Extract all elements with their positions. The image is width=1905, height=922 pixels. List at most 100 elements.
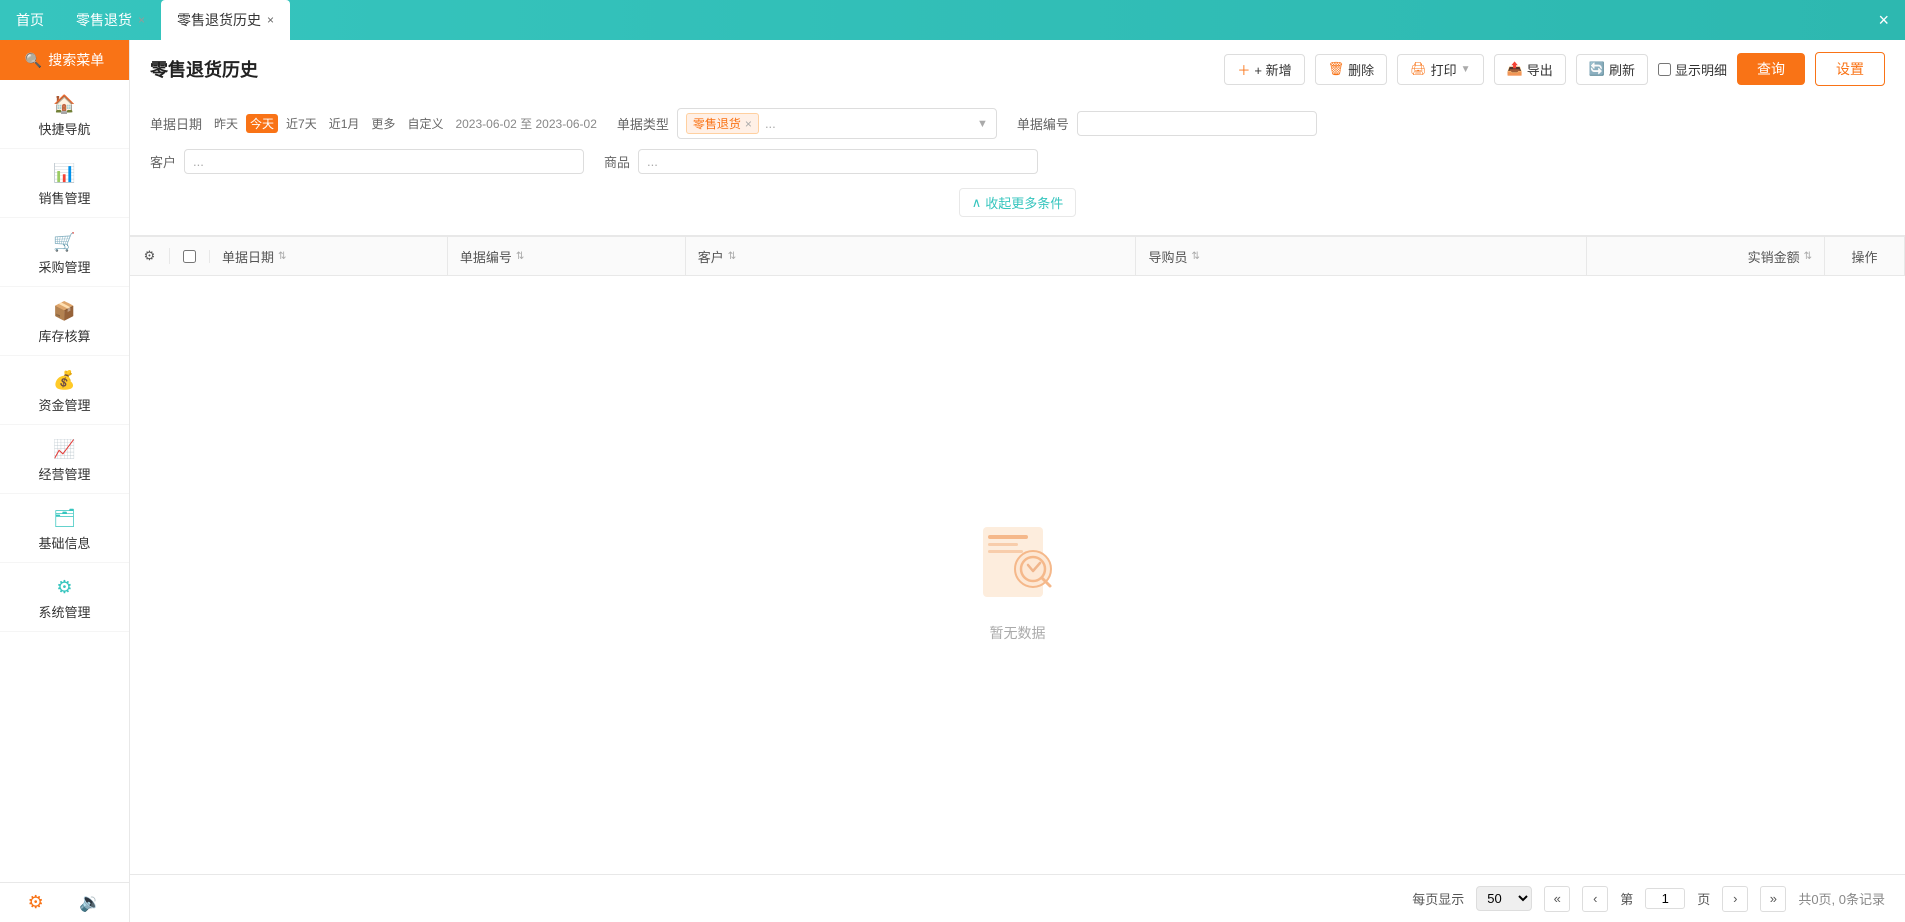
filter-customer-label: 客户 xyxy=(150,152,176,171)
tab-retail-return-history[interactable]: 零售退货历史 × xyxy=(161,0,290,40)
print-label: 打印 xyxy=(1431,60,1457,79)
add-icon: ＋ xyxy=(1237,60,1250,79)
sidebar-item-sales-mgmt[interactable]: 📊 销售管理 xyxy=(0,149,129,218)
select-all-checkbox[interactable] xyxy=(183,250,196,263)
filter-doc-type-tag-close[interactable]: × xyxy=(745,117,752,131)
sidebar-item-purchase-mgmt-label: 采购管理 xyxy=(38,257,90,276)
th-guide[interactable]: 导购员 ⇅ xyxy=(1136,237,1587,275)
sidebar-item-finance[interactable]: 💰 资金管理 xyxy=(0,356,129,425)
collapse-label: 收起更多条件 xyxy=(985,193,1063,212)
sidebar-item-finance-label: 资金管理 xyxy=(38,395,90,414)
filter-doc-no-label: 单据编号 xyxy=(1017,114,1069,133)
delete-button[interactable]: 🗑 删除 xyxy=(1315,54,1388,85)
empty-text: 暂无数据 xyxy=(990,623,1046,643)
tab-retail-return-close[interactable]: × xyxy=(138,13,145,27)
collapse-button[interactable]: ∧ 收起更多条件 xyxy=(959,188,1077,217)
shortcut-today[interactable]: 今天 xyxy=(246,114,278,133)
page-size-select[interactable]: 50 100 200 xyxy=(1476,886,1532,911)
tab-retail-return-history-close[interactable]: × xyxy=(267,13,274,27)
sidebar: 🔍 搜索菜单 🏠 快捷导航 📊 销售管理 🛒 采购管理 📦 库存核算 💰 xyxy=(0,40,130,922)
filter-doc-no: 单据编号 xyxy=(1017,111,1317,136)
page-label: 第 xyxy=(1620,889,1633,908)
filter-date: 单据日期 昨天 今天 近7天 近1月 更多 自定义 2023-06-02 至 2… xyxy=(150,114,597,133)
export-label: 导出 xyxy=(1527,60,1553,79)
sidebar-item-system-mgmt[interactable]: ⚙ 系统管理 xyxy=(0,563,129,632)
page-next-button[interactable]: › xyxy=(1722,886,1748,912)
print-icon: 🖨 xyxy=(1410,61,1427,77)
filter-goods: 商品 ... xyxy=(604,149,1038,174)
filter-area: 单据日期 昨天 今天 近7天 近1月 更多 自定义 2023-06-02 至 2… xyxy=(150,98,1885,235)
setting-button[interactable]: 设置 xyxy=(1815,52,1885,86)
page-prev-button[interactable]: ‹ xyxy=(1582,886,1608,912)
filter-doc-type-label: 单据类型 xyxy=(617,114,669,133)
volume-icon[interactable]: 🔉 xyxy=(79,892,101,913)
th-amount-label: 实销金额 xyxy=(1748,247,1800,266)
sidebar-item-basic-info-label: 基础信息 xyxy=(38,533,90,552)
sidebar-item-sales-mgmt-label: 销售管理 xyxy=(38,188,90,207)
shortcut-more[interactable]: 更多 xyxy=(367,114,399,133)
query-label: 查询 xyxy=(1757,61,1785,77)
th-amount-sort-icon: ⇅ xyxy=(1804,251,1812,262)
print-chevron-icon: ▼ xyxy=(1461,64,1471,75)
page-unit: 页 xyxy=(1697,889,1710,908)
th-doc-date-sort-icon: ⇅ xyxy=(278,251,286,262)
th-doc-no[interactable]: 单据编号 ⇅ xyxy=(448,237,686,275)
tab-bar: 首页 零售退货 × 零售退货历史 × xyxy=(0,0,1862,40)
export-button[interactable]: 📤 导出 xyxy=(1494,54,1566,85)
th-doc-date[interactable]: 单据日期 ⇅ xyxy=(210,237,448,275)
tab-retail-return[interactable]: 零售退货 × xyxy=(60,0,161,40)
filter-row-2: 客户 ... 商品 ... xyxy=(150,149,1885,174)
shortcut-custom[interactable]: 自定义 xyxy=(403,114,447,133)
filter-doc-type-select[interactable]: 零售退货 × ... ▼ xyxy=(677,108,997,139)
refresh-button[interactable]: 🔄 刷新 xyxy=(1576,54,1648,85)
system-icon: ⚙ xyxy=(56,577,72,598)
filter-customer-select[interactable]: ... xyxy=(184,149,584,174)
shortcut-yesterday[interactable]: 昨天 xyxy=(210,114,242,133)
purchase-icon: 🛒 xyxy=(53,232,75,253)
th-doc-date-label: 单据日期 xyxy=(222,247,274,266)
show-detail-input[interactable] xyxy=(1658,63,1671,76)
window-close-button[interactable]: × xyxy=(1862,10,1905,31)
filter-date-label: 单据日期 xyxy=(150,114,202,133)
page-last-button[interactable]: » xyxy=(1760,886,1786,912)
table-area: ⚙ 单据日期 ⇅ 单据编号 ⇅ 客户 ⇅ 导购员 xyxy=(130,236,1905,874)
filter-goods-select[interactable]: ... xyxy=(638,149,1038,174)
refresh-label: 刷新 xyxy=(1609,60,1635,79)
filter-goods-ellipsis: ... xyxy=(647,154,658,169)
sidebar-item-inventory[interactable]: 📦 库存核算 xyxy=(0,287,129,356)
sidebar-item-purchase-mgmt[interactable]: 🛒 采购管理 xyxy=(0,218,129,287)
th-customer[interactable]: 客户 ⇅ xyxy=(686,237,1137,275)
collapse-chevron-icon: ∧ xyxy=(972,195,982,211)
refresh-icon: 🔄 xyxy=(1589,61,1605,77)
sidebar-item-basic-info[interactable]: 🗂 基础信息 xyxy=(0,494,129,563)
sidebar-item-operation[interactable]: 📈 经营管理 xyxy=(0,425,129,494)
th-amount[interactable]: 实销金额 ⇅ xyxy=(1587,237,1825,275)
add-button[interactable]: ＋ + 新增 xyxy=(1224,54,1304,85)
top-bar: 首页 零售退货 × 零售退货历史 × × xyxy=(0,0,1905,40)
sidebar-search[interactable]: 🔍 搜索菜单 xyxy=(0,40,129,80)
shortcut-last1month[interactable]: 近1月 xyxy=(325,114,364,133)
th-guide-label: 导购员 xyxy=(1148,247,1187,266)
page-first-button[interactable]: « xyxy=(1544,886,1570,912)
filter-row-1: 单据日期 昨天 今天 近7天 近1月 更多 自定义 2023-06-02 至 2… xyxy=(150,108,1885,139)
th-settings[interactable]: ⚙ xyxy=(130,248,170,264)
filter-doc-no-input[interactable] xyxy=(1077,111,1317,136)
empty-state: 暂无数据 xyxy=(968,507,1068,643)
th-checkbox[interactable] xyxy=(170,250,210,263)
shortcut-last7[interactable]: 近7天 xyxy=(282,114,321,133)
page-input[interactable] xyxy=(1645,888,1685,909)
filter-doc-type: 单据类型 零售退货 × ... ▼ xyxy=(617,108,997,139)
sidebar-item-quick-nav[interactable]: 🏠 快捷导航 xyxy=(0,80,129,149)
content-header: 零售退货历史 ＋ + 新增 🗑 删除 🖨 打印 ▼ xyxy=(130,40,1905,236)
query-button[interactable]: 查询 xyxy=(1737,53,1805,85)
settings-bottom-icon[interactable]: ⚙ xyxy=(28,892,44,913)
delete-icon: 🗑 xyxy=(1328,61,1345,77)
filter-customer: 客户 ... xyxy=(150,149,584,174)
date-range-value: 2023-06-02 至 2023-06-02 xyxy=(455,115,596,132)
th-doc-no-sort-icon: ⇅ xyxy=(516,251,524,262)
tab-home[interactable]: 首页 xyxy=(0,0,60,40)
show-detail-checkbox[interactable]: 显示明细 xyxy=(1658,60,1727,79)
print-button[interactable]: 🖨 打印 ▼ xyxy=(1397,54,1483,85)
page-total: 共0页, 0条记录 xyxy=(1798,889,1885,908)
content-title-row: 零售退货历史 ＋ + 新增 🗑 删除 🖨 打印 ▼ xyxy=(150,52,1885,86)
